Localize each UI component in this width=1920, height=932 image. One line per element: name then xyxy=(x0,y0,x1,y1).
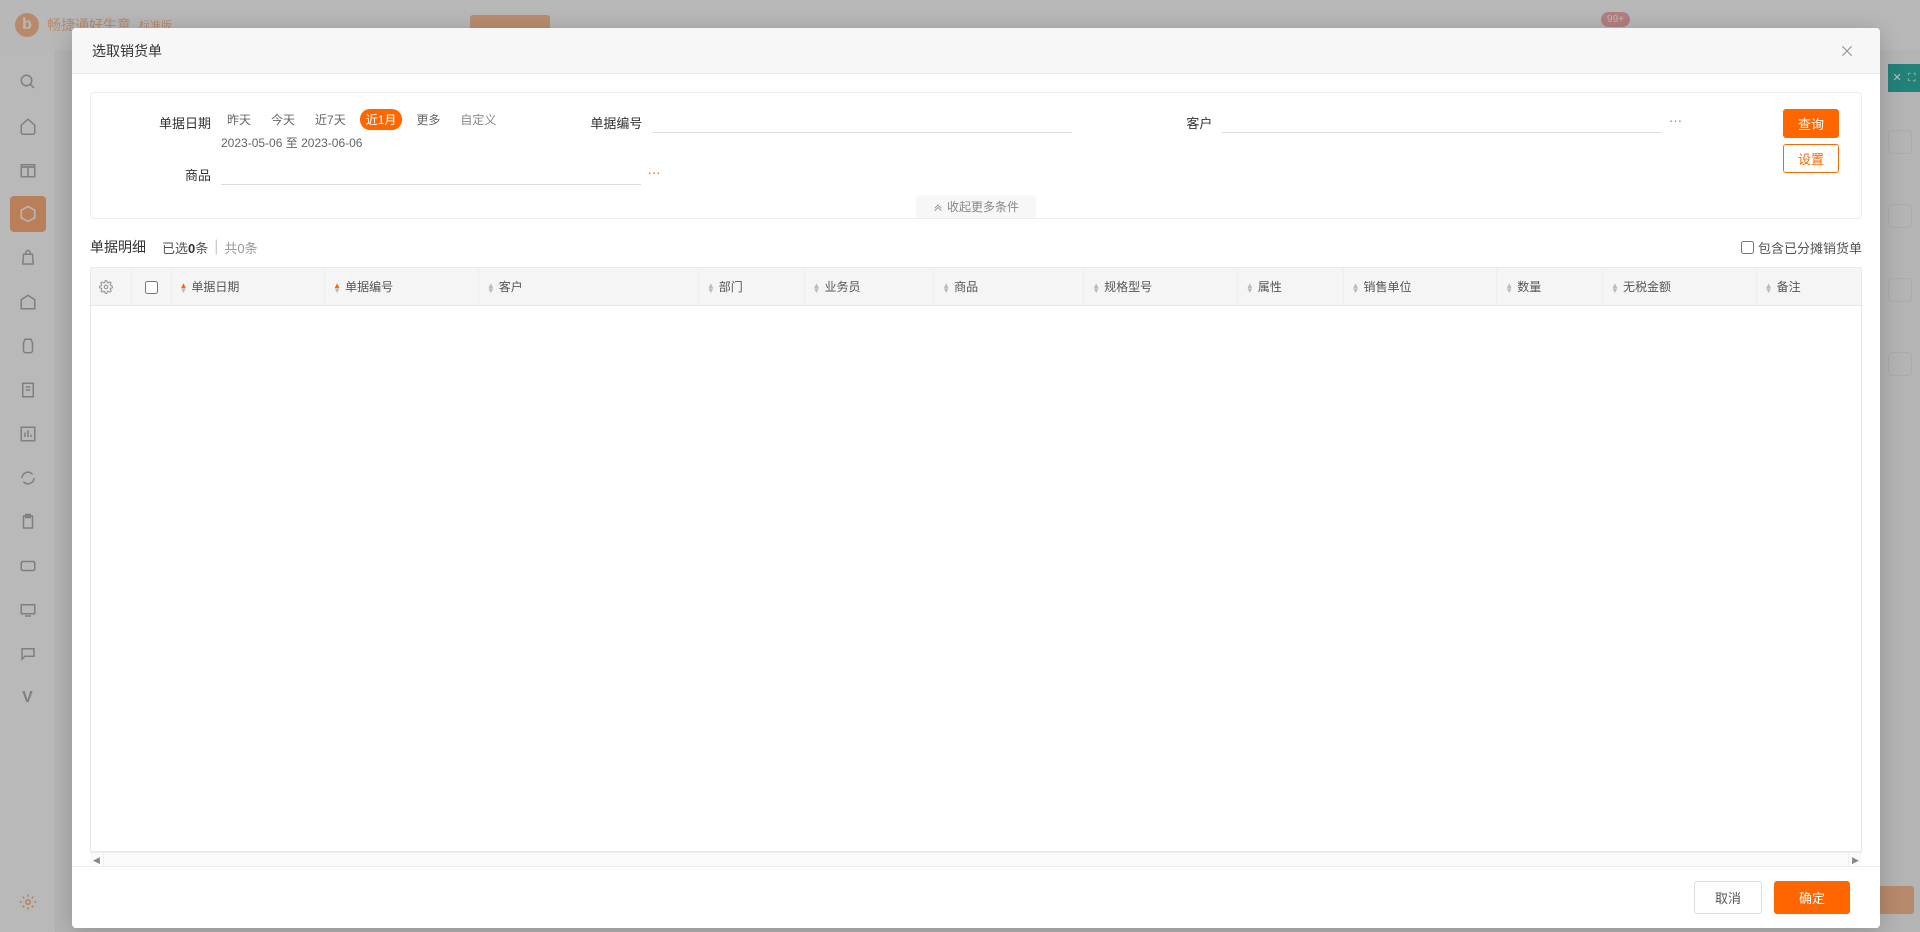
empty-table-body xyxy=(91,306,1861,826)
docno-input[interactable] xyxy=(652,109,1072,133)
filter-date-label: 单据日期 xyxy=(131,109,221,132)
include-split-checkbox[interactable]: 包含已分摊销货单 xyxy=(1741,238,1862,257)
filter-customer-label: 客户 xyxy=(1132,109,1222,132)
chevron-up-icon xyxy=(933,202,943,212)
col-amount[interactable]: ▲▼无税金额 xyxy=(1603,268,1757,306)
col-docno[interactable]: ▲▼单据编号 xyxy=(325,268,479,306)
col-product[interactable]: ▲▼商品 xyxy=(934,268,1084,306)
date-from: 2023-05-06 xyxy=(221,136,282,150)
date-to: 2023-06-06 xyxy=(301,136,362,150)
horizontal-scrollbar[interactable]: ◀ ▶ xyxy=(90,852,1862,866)
preset-custom[interactable]: 自定义 xyxy=(454,109,502,130)
col-customer[interactable]: ▲▼客户 xyxy=(478,268,698,306)
date-sep: 至 xyxy=(286,136,298,150)
filter-date: 单据日期 昨天 今天 近7天 近1月 更多 自定义 2023-05-06 至 xyxy=(131,109,502,151)
cancel-button[interactable]: 取消 xyxy=(1694,881,1762,914)
modal-body: 单据日期 昨天 今天 近7天 近1月 更多 自定义 2023-05-06 至 xyxy=(72,74,1880,866)
include-split-input[interactable] xyxy=(1741,241,1754,254)
divider: | xyxy=(214,238,218,256)
select-all-header[interactable] xyxy=(131,268,171,306)
preset-last1month[interactable]: 近1月 xyxy=(360,109,403,130)
col-attr[interactable]: ▲▼属性 xyxy=(1237,268,1343,306)
preset-more[interactable]: 更多 xyxy=(410,109,446,130)
modal-title: 选取销货单 xyxy=(92,41,162,61)
scroll-right-icon[interactable]: ▶ xyxy=(1848,853,1862,866)
col-salesman[interactable]: ▲▼业务员 xyxy=(804,268,934,306)
customer-input[interactable] xyxy=(1222,109,1662,133)
select-all-checkbox[interactable] xyxy=(145,281,158,294)
col-date[interactable]: ▲▼单据日期 xyxy=(171,268,325,306)
confirm-button[interactable]: 确定 xyxy=(1774,881,1850,914)
scroll-left-icon[interactable]: ◀ xyxy=(90,853,104,866)
filter-panel: 单据日期 昨天 今天 近7天 近1月 更多 自定义 2023-05-06 至 xyxy=(90,92,1862,219)
col-dept[interactable]: ▲▼部门 xyxy=(698,268,804,306)
close-icon xyxy=(1840,44,1854,58)
close-button[interactable] xyxy=(1834,38,1860,64)
modal-footer: 取消 确定 xyxy=(72,866,1880,928)
total-count: 共0条 xyxy=(224,238,257,257)
detail-table: ▲▼单据日期 ▲▼单据编号 ▲▼客户 ▲▼部门 ▲▼业务员 ▲▼商品 ▲▼规格型… xyxy=(90,267,1862,852)
preset-yesterday[interactable]: 昨天 xyxy=(221,109,257,130)
collapse-label: 收起更多条件 xyxy=(947,198,1019,215)
detail-title: 单据明细 xyxy=(90,237,146,257)
select-sales-order-modal: 选取销货单 单据日期 昨天 今天 近7天 近1月 更多 xyxy=(72,28,1880,928)
include-split-label: 包含已分摊销货单 xyxy=(1758,238,1862,257)
col-remark[interactable]: ▲▼备注 xyxy=(1756,268,1861,306)
settings-button[interactable]: 设置 xyxy=(1783,144,1839,173)
product-picker-button[interactable]: … xyxy=(647,161,662,177)
col-qty[interactable]: ▲▼数量 xyxy=(1497,268,1603,306)
product-input[interactable] xyxy=(221,161,641,185)
col-spec[interactable]: ▲▼规格型号 xyxy=(1084,268,1238,306)
filter-product-label: 商品 xyxy=(131,161,221,184)
detail-header: 单据明细 已选0条 | 共0条 包含已分摊销货单 xyxy=(90,237,1862,257)
column-settings-button[interactable] xyxy=(91,268,131,306)
date-range-display[interactable]: 2023-05-06 至 2023-06-06 xyxy=(221,134,502,151)
query-button[interactable]: 查询 xyxy=(1783,109,1839,138)
customer-picker-button[interactable]: … xyxy=(1668,109,1683,125)
filter-product: 商品 … xyxy=(131,161,662,185)
filter-docno: 单据编号 xyxy=(562,109,1072,151)
col-unit[interactable]: ▲▼销售单位 xyxy=(1343,268,1497,306)
preset-last7days[interactable]: 近7天 xyxy=(309,109,352,130)
modal-header: 选取销货单 xyxy=(72,28,1880,74)
selected-count: 已选0条 xyxy=(162,238,208,257)
collapse-filters-button[interactable]: 收起更多条件 xyxy=(916,195,1036,218)
preset-today[interactable]: 今天 xyxy=(265,109,301,130)
filter-action-buttons: 查询 设置 xyxy=(1783,109,1839,173)
filter-docno-label: 单据编号 xyxy=(562,109,652,132)
gear-icon xyxy=(99,280,113,294)
filter-customer: 客户 … xyxy=(1132,109,1683,151)
